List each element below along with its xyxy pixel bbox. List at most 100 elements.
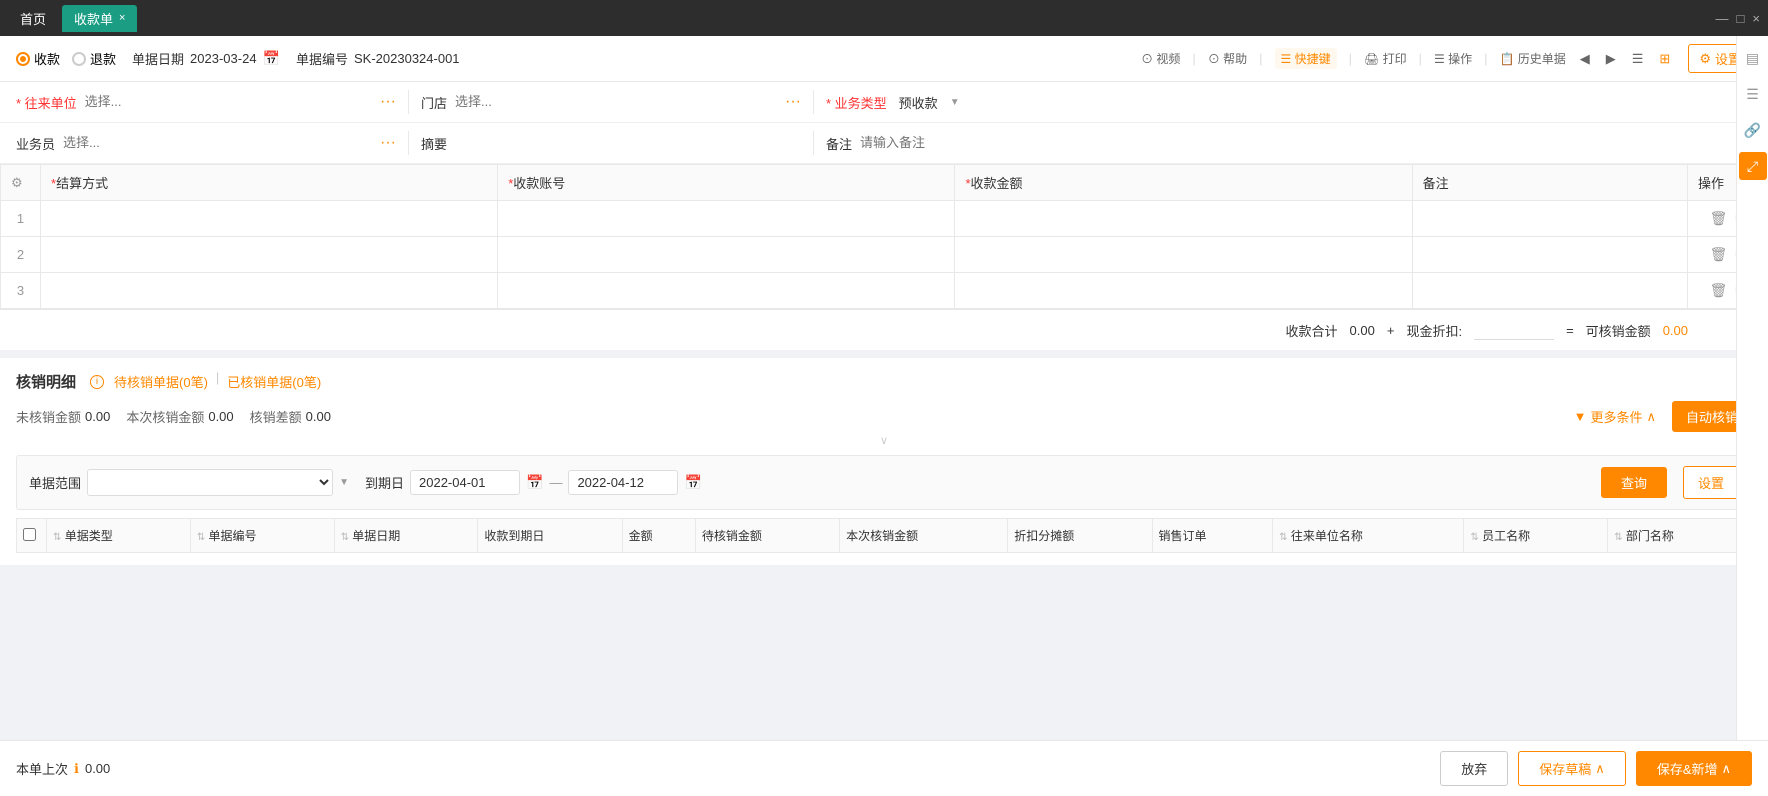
row3-delete-icon[interactable]: 🗑 (1710, 282, 1728, 299)
table-row: 2 🗑 ⧉ (1, 237, 1768, 273)
date-end-input[interactable] (568, 470, 678, 495)
save-new-label: 保存&新增 (1657, 759, 1718, 778)
draft-caret-icon: ∧ (1595, 761, 1605, 777)
operations-link[interactable]: ☰ 操作 (1434, 50, 1472, 67)
row3-account[interactable] (498, 273, 955, 309)
row3-amount[interactable] (955, 273, 1412, 309)
table-section: ⚙ *结算方式 *收款账号 *收款金额 备注 操作 (0, 164, 1768, 350)
search-setting-button[interactable]: 设置 (1683, 466, 1739, 499)
history-link[interactable]: 📋 历史单据 (1499, 50, 1565, 67)
date-label: 单据日期 (132, 49, 184, 68)
staff-ellipsis[interactable]: ··· (380, 134, 396, 152)
range-select[interactable] (87, 469, 333, 496)
summary-input[interactable] (451, 131, 801, 155)
maximize-icon[interactable]: □ (1737, 11, 1745, 26)
remarks-field: 备注 (826, 131, 1752, 155)
video-link[interactable]: ⊙ 视频 (1141, 50, 1180, 67)
range-field: 单据范围 ▼ (29, 469, 349, 496)
minimize-icon[interactable]: — (1716, 11, 1729, 26)
toolbar-actions: ⊙ 视频 | ⊙ 帮助 | ☰ 快捷键 | 🖨 打印 | ☰ 操作 | 📋 历史… (1141, 48, 1672, 69)
store-label: 门店 (421, 93, 447, 112)
radio-tuikuan[interactable]: 退款 (72, 49, 116, 68)
stat-diff-label: 核销差额 (250, 407, 302, 426)
store-field: 门店 ··· (421, 90, 801, 114)
remarks-label: 备注 (826, 134, 852, 153)
help-link[interactable]: ⊙ 帮助 (1208, 50, 1247, 67)
staff-field: 业务员 ··· (16, 131, 396, 155)
shortcut-link[interactable]: ☰ 快捷键 (1275, 48, 1337, 69)
query-button[interactable]: 查询 (1601, 467, 1667, 498)
save-new-caret-icon: ∧ (1721, 761, 1731, 777)
close-tab-icon[interactable]: × (119, 12, 125, 24)
next-icon[interactable]: ▶ (1606, 51, 1616, 67)
close-window-icon[interactable]: × (1752, 11, 1760, 26)
bottom-th-date: ⇅ 单据日期 (334, 519, 478, 553)
save-draft-label: 保存草稿 (1539, 759, 1591, 778)
row3-settlement[interactable] (41, 273, 498, 309)
row2-delete-icon[interactable]: 🗑 (1710, 246, 1728, 263)
business-type-dropdown-icon[interactable]: ▼ (950, 97, 960, 108)
total-label: 收款合计 (1286, 321, 1338, 340)
sidebar-expand-icon[interactable]: ⤢ (1739, 152, 1767, 180)
sidebar-link-icon[interactable]: 🔗 (1739, 116, 1767, 144)
toolbar-date-field: 单据日期 2023-03-24 📅 (132, 49, 280, 68)
nav-tab-active[interactable]: 收款单 × (62, 5, 137, 32)
row2-account[interactable] (498, 237, 955, 273)
row2-settlement[interactable] (41, 237, 498, 273)
discard-button[interactable]: 放弃 (1440, 751, 1508, 786)
more-conditions-link[interactable]: ▼ 更多条件 ∧ (1574, 407, 1656, 426)
verify-info-icon[interactable]: i (90, 375, 104, 389)
counterpart-ellipsis[interactable]: ··· (380, 93, 396, 111)
bottom-th-amount: 金额 (622, 519, 695, 553)
net-value: 0.00 (1663, 323, 1688, 338)
save-new-button[interactable]: 保存&新增 ∧ (1636, 751, 1752, 786)
counterpart-input[interactable] (81, 90, 372, 114)
prev-icon[interactable]: ◀ (1580, 51, 1590, 67)
footer-hint: 本单上次 ℹ 0.00 (16, 759, 110, 778)
bottom-th-staff: ⇅ 员工名称 (1464, 519, 1608, 553)
list-view-icon[interactable]: ☰ (1632, 51, 1644, 67)
row1-settlement[interactable] (41, 201, 498, 237)
row1-account[interactable] (498, 201, 955, 237)
store-ellipsis[interactable]: ··· (785, 93, 801, 111)
date-end-calendar-icon[interactable]: 📅 (684, 474, 701, 491)
counterpart-field: * 往来单位 ··· (16, 90, 396, 114)
select-all-checkbox[interactable] (23, 528, 36, 541)
stat-diff: 核销差额 0.00 (250, 407, 331, 426)
table-gear-icon[interactable]: ⚙ (11, 175, 23, 190)
row1-amount[interactable] (955, 201, 1412, 237)
grid-view-icon[interactable]: ⊞ (1659, 51, 1670, 67)
row-num-1: 1 (1, 201, 41, 237)
store-input[interactable] (451, 90, 777, 114)
summary-row: 收款合计 0.00 + 现金折扣: = 可核销金额 0.00 (0, 309, 1768, 350)
range-dropdown-icon[interactable]: ▼ (339, 477, 349, 488)
remarks-input[interactable] (856, 131, 1752, 155)
discount-input[interactable] (1474, 320, 1554, 340)
save-draft-button[interactable]: 保存草稿 ∧ (1518, 751, 1626, 786)
equals-sign: = (1566, 323, 1574, 338)
calendar-icon[interactable]: 📅 (263, 50, 280, 67)
sidebar-list-icon[interactable]: ☰ (1739, 80, 1767, 108)
search-fields: 单据范围 ▼ 到期日 📅 — 📅 查询 设置 (16, 455, 1752, 510)
radio-shoukuan[interactable]: 收款 (16, 49, 60, 68)
table-row: 3 🗑 ⧉ (1, 273, 1768, 309)
sidebar-table-icon[interactable]: ▤ (1739, 44, 1767, 72)
footer-info-icon[interactable]: ℹ (74, 761, 79, 777)
row1-delete-icon[interactable]: 🗑 (1710, 210, 1728, 227)
collapse-indicator[interactable]: ∨ (16, 434, 1752, 447)
row3-remarks[interactable] (1412, 273, 1687, 309)
row2-remarks[interactable] (1412, 237, 1687, 273)
row1-remarks[interactable] (1412, 201, 1687, 237)
bottom-table: ⇅ 单据类型 ⇅ 单据编号 ⇅ 单据日期 收款到期日 金额 待核销金额 本次核销… (16, 518, 1752, 553)
verify-tab-pending[interactable]: 待核销单据(0笔) (114, 370, 208, 393)
date-start-calendar-icon[interactable]: 📅 (526, 474, 543, 491)
date-start-input[interactable] (410, 470, 520, 495)
verify-tab-done[interactable]: 已核销单据(0笔) (227, 370, 321, 393)
due-date-label: 到期日 (365, 473, 404, 492)
row2-amount[interactable] (955, 237, 1412, 273)
footer-hint-value: 0.00 (85, 761, 110, 776)
staff-input[interactable] (59, 131, 372, 155)
nav-tab-home[interactable]: 首页 (8, 5, 58, 32)
counterpart-label: * 往来单位 (16, 93, 77, 112)
print-link[interactable]: 🖨 打印 (1364, 50, 1407, 67)
